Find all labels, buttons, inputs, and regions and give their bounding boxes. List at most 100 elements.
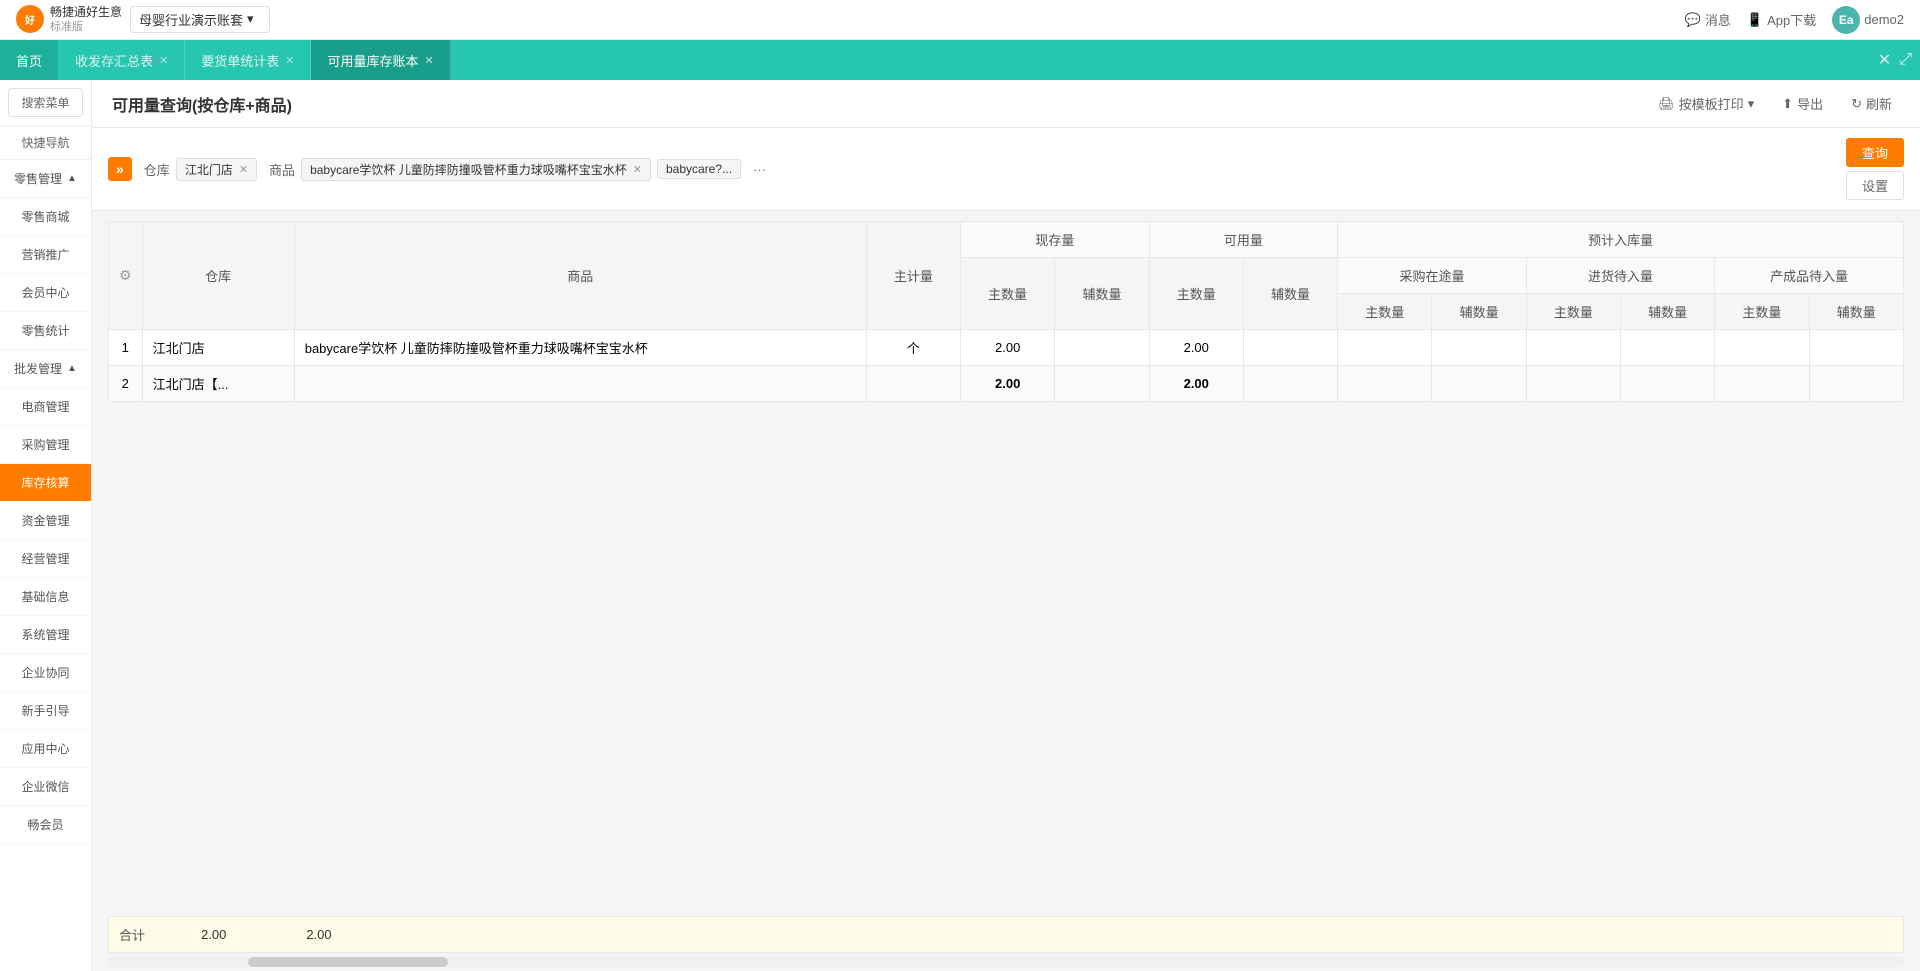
close-tab-2[interactable]: ✕ (425, 54, 434, 67)
row2-no: 2 (109, 366, 143, 402)
remove-warehouse-tag[interactable]: ✕ (239, 163, 248, 176)
row2-unit (866, 366, 960, 402)
sidebar-item-system[interactable]: 系统管理 (0, 616, 91, 654)
th-avail-aux: 辅数量 (1243, 258, 1337, 330)
row2-product-main (1715, 366, 1809, 402)
product-filter: 商品 babycare学饮杯 儿童防摔防撞吸管杯重力球吸嘴杯宝宝水杯 ✕ bab… (269, 158, 741, 181)
th-forecast-group: 预计入库量 (1338, 222, 1904, 258)
th-purchase-aux: 辅数量 (1432, 294, 1526, 330)
nav-tabs: 首页 收发存汇总表 ✕ 要货单统计表 ✕ 可用量库存账本 ✕ ✕ ⤢ (0, 40, 1920, 80)
sidebar-item-app-center[interactable]: 应用中心 (0, 730, 91, 768)
expand-tabs[interactable]: ⤢ (1899, 51, 1912, 69)
row1-product-aux (1809, 330, 1903, 366)
row1-goods-main (1526, 330, 1620, 366)
sidebar-item-inventory[interactable]: 库存核算 (0, 464, 91, 502)
row1-unit: 个 (866, 330, 960, 366)
filter-toggle-btn[interactable]: » (108, 157, 132, 181)
th-warehouse: 仓库 (142, 222, 294, 330)
chevron-icon-2: ▲ (67, 363, 77, 374)
refresh-btn[interactable]: ↻ 刷新 (1843, 90, 1900, 117)
row2-avail-aux (1243, 366, 1337, 402)
horizontal-scrollbar[interactable] (108, 957, 1904, 967)
row2-stock-aux (1055, 366, 1149, 402)
warehouse-filter: 仓库 江北门店 ✕ (144, 158, 257, 181)
sidebar-item-purchase[interactable]: 采购管理 (0, 426, 91, 464)
user-menu[interactable]: Ea demo2 (1832, 6, 1904, 34)
sidebar-item-basic-info[interactable]: 基础信息 (0, 578, 91, 616)
sidebar-item-enterprise[interactable]: 企业协同 (0, 654, 91, 692)
filter-more[interactable]: ··· (753, 162, 766, 177)
settings-filter-btn[interactable]: 设置 (1846, 171, 1904, 200)
close-all-tabs[interactable]: ✕ (1878, 50, 1891, 70)
top-bar-left: 好 畅捷通好生意 标准版 母婴行业演示账套 ▾ (16, 5, 270, 35)
row2-product (294, 366, 866, 402)
sidebar-item-wholesale-mgmt[interactable]: 批发管理 ▲ (0, 350, 91, 388)
sidebar-item-member-center[interactable]: 会员中心 (0, 274, 91, 312)
row2-avail-main: 2.00 (1149, 366, 1243, 402)
close-tab-1[interactable]: ✕ (285, 54, 294, 67)
page-actions: 🖨 按模板打印 ▾ ⬆ 导出 ↻ 刷新 (1650, 90, 1900, 127)
column-settings-icon[interactable]: ⚙ (119, 267, 132, 283)
row2-product-aux (1809, 366, 1903, 402)
row1-goods-aux (1621, 330, 1715, 366)
tab-home[interactable]: 首页 (0, 40, 59, 80)
tab-yaohuo[interactable]: 要货单统计表 ✕ (185, 40, 311, 80)
page-header: 可用量查询(按仓库+商品) 🖨 按模板打印 ▾ ⬆ 导出 ↻ 刷新 (92, 80, 1920, 128)
app-download-btn[interactable]: 📱 App下载 (1747, 10, 1816, 29)
sidebar-quick-nav[interactable]: 快捷导航 (0, 126, 91, 160)
product-tag-1[interactable]: babycare学饮杯 儿童防摔防撞吸管杯重力球吸嘴杯宝宝水杯 ✕ (301, 158, 651, 181)
th-product: 商品 (294, 222, 866, 330)
content-area: 可用量查询(按仓库+商品) 🖨 按模板打印 ▾ ⬆ 导出 ↻ 刷新 » (92, 80, 1920, 971)
export-btn[interactable]: ⬆ 导出 (1774, 90, 1831, 117)
footer-avail-total: 2.00 (266, 927, 371, 942)
row2-goods-aux (1621, 366, 1715, 402)
sidebar-item-marketing[interactable]: 营销推广 (0, 236, 91, 274)
th-stock-aux: 辅数量 (1055, 258, 1149, 330)
footer-stock-total: 2.00 (161, 927, 266, 942)
th-product-sub: 产成品待入量 (1715, 258, 1904, 294)
logo-text: 畅捷通好生意 标准版 (50, 5, 122, 35)
row2-purchase-aux (1432, 366, 1526, 402)
company-select[interactable]: 母婴行业演示账套 ▾ (130, 6, 270, 33)
chevron-down-icon: ▾ (247, 11, 254, 27)
row1-product: babycare学饮杯 儿童防摔防撞吸管杯重力球吸嘴杯宝宝水杯 (294, 330, 866, 366)
row1-purchase-aux (1432, 330, 1526, 366)
data-table: ⚙ 仓库 商品 主计量 现存量 可用量 预计入库量 主数量 辅数量 主数量 辅数… (108, 221, 1904, 402)
logo-icon: 好 (16, 5, 44, 33)
tab-keyongliang[interactable]: 可用量库存账本 ✕ (311, 40, 450, 80)
sidebar-item-wechat[interactable]: 企业微信 (0, 768, 91, 806)
sidebar-item-finance[interactable]: 资金管理 (0, 502, 91, 540)
filter-actions: 查询 设置 (1846, 138, 1904, 200)
table-footer: 合计 2.00 2.00 (108, 916, 1904, 953)
th-available-group: 可用量 (1149, 222, 1338, 258)
sidebar-item-retail-stats[interactable]: 零售统计 (0, 312, 91, 350)
sidebar-item-retail-mgmt[interactable]: 零售管理 ▲ (0, 160, 91, 198)
tab-shoufacun[interactable]: 收发存汇总表 ✕ (59, 40, 185, 80)
row1-stock-aux (1055, 330, 1149, 366)
sidebar-item-guide[interactable]: 新手引导 (0, 692, 91, 730)
sidebar-item-ecommerce[interactable]: 电商管理 (0, 388, 91, 426)
print-btn[interactable]: 🖨 按模板打印 ▾ (1650, 90, 1762, 117)
th-stock-group: 现存量 (961, 222, 1150, 258)
th-stock-main: 主数量 (961, 258, 1055, 330)
row2-warehouse: 江北门店【... (142, 366, 294, 402)
print-icon: 🖨 (1658, 96, 1675, 112)
row1-purchase-main (1338, 330, 1432, 366)
sidebar-item-member[interactable]: 畅会员 (0, 806, 91, 844)
warehouse-tag[interactable]: 江北门店 ✕ (176, 158, 257, 181)
message-btn[interactable]: 💬 消息 (1685, 10, 1731, 29)
chevron-down-icon-3: ▾ (1748, 96, 1755, 112)
top-bar-right: 💬 消息 📱 App下载 Ea demo2 (1685, 6, 1904, 34)
sidebar-item-operations[interactable]: 经营管理 (0, 540, 91, 578)
product-tag-2[interactable]: babycare?... (657, 159, 741, 179)
search-menu-btn[interactable]: 搜索菜单 (8, 88, 83, 117)
scrollbar-thumb[interactable] (248, 957, 448, 967)
query-btn[interactable]: 查询 (1846, 138, 1904, 167)
th-goods-main: 主数量 (1526, 294, 1620, 330)
remove-product-tag-1[interactable]: ✕ (633, 163, 642, 176)
row2-goods-main (1526, 366, 1620, 402)
logo-area: 好 畅捷通好生意 标准版 (16, 5, 122, 35)
close-tab-0[interactable]: ✕ (159, 54, 168, 67)
sidebar-item-retail-mall[interactable]: 零售商城 (0, 198, 91, 236)
th-product-main: 主数量 (1715, 294, 1809, 330)
